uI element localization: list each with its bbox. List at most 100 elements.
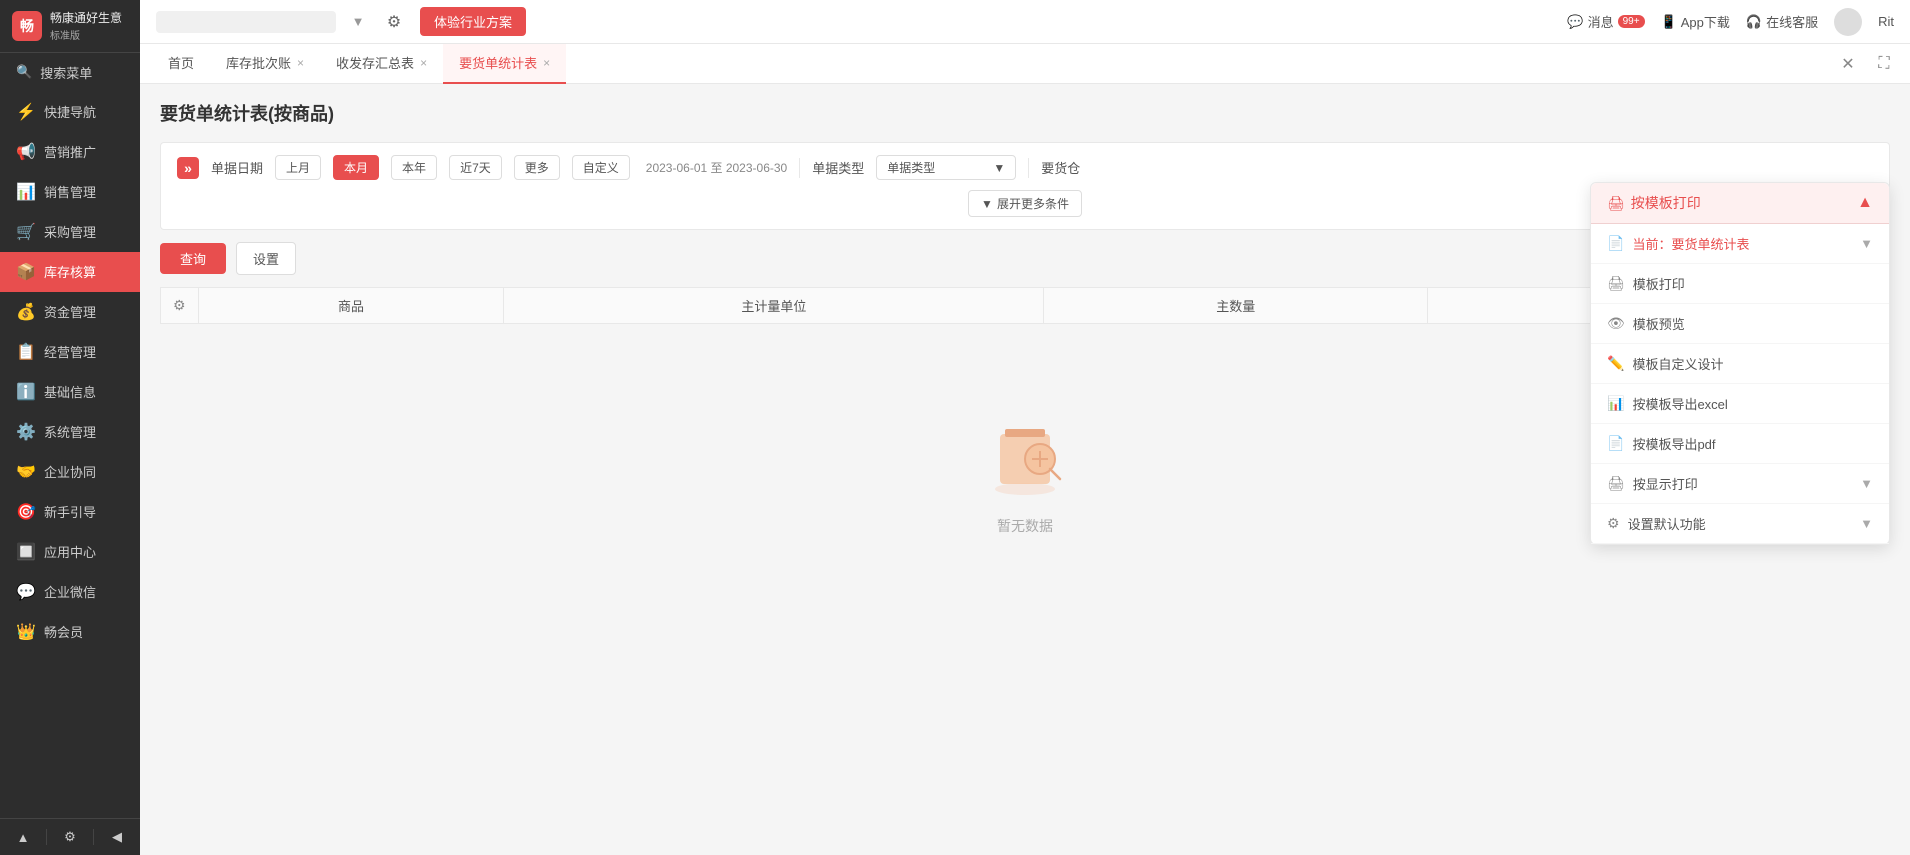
scroll-up-btn[interactable]: ▲: [16, 830, 30, 844]
finance-icon: 💰: [16, 302, 36, 322]
search-label: 搜索菜单: [40, 63, 92, 82]
template-excel-icon: 📊: [1607, 395, 1624, 412]
tab-inventory-batch-close[interactable]: ×: [297, 56, 304, 70]
expand-btn[interactable]: ▼ 展开更多条件: [968, 190, 1082, 217]
app-download-btn[interactable]: 📱 App下载: [1661, 12, 1730, 31]
dropdown-header: 🖨 按模板打印 ▲: [1591, 183, 1889, 224]
dropdown-item-template-print[interactable]: 🖨 模板打印: [1591, 264, 1889, 304]
expand-label: 展开更多条件: [997, 195, 1069, 212]
dropdown-item-template-pdf[interactable]: 📄 按模板导出pdf: [1591, 424, 1889, 464]
sidebar-item-system[interactable]: ⚙️ 系统管理: [0, 412, 140, 452]
date-btn-last-month[interactable]: 上月: [275, 155, 321, 180]
dropdown-item-display-print[interactable]: 🖨 按显示打印 ▼: [1591, 464, 1889, 504]
inventory-icon: 📦: [16, 262, 36, 282]
date-btn-this-month[interactable]: 本月: [333, 155, 379, 180]
appstore-icon: 🔲: [16, 542, 36, 562]
service-label: 在线客服: [1766, 12, 1818, 31]
topbar-gear-btn[interactable]: ⚙: [380, 8, 408, 36]
sidebar-item-label: 企业微信: [44, 582, 96, 601]
sidebar-item-label: 畅会员: [44, 622, 83, 641]
sidebar-item-wechat[interactable]: 💬 企业微信: [0, 572, 140, 612]
sidebar: 畅 畅康通好生意 标准版 🔍 搜索菜单 ⚡ 快捷导航 📢 营销推广 📊 销售管理…: [0, 0, 140, 855]
set-default-icon: ⚙: [1607, 515, 1620, 532]
tab-order-stat-close[interactable]: ×: [543, 56, 550, 70]
dropdown-item-template-preview[interactable]: 👁 模板预览: [1591, 304, 1889, 344]
sidebar-item-purchase[interactable]: 🛒 采购管理: [0, 212, 140, 252]
dropdown-item-template-excel[interactable]: 📊 按模板导出excel: [1591, 384, 1889, 424]
tab-inventory-batch[interactable]: 库存批次账 ×: [210, 44, 320, 84]
sidebar-item-guide[interactable]: 🎯 新手引导: [0, 492, 140, 532]
sidebar-item-sales[interactable]: 📊 销售管理: [0, 172, 140, 212]
dropdown-set-default-left: ⚙ 设置默认功能: [1607, 514, 1706, 533]
shortcut-icon: ⚡: [16, 102, 36, 122]
tab-order-stat[interactable]: 要货单统计表 ×: [443, 44, 566, 84]
message-icon: 💬: [1567, 14, 1583, 30]
tab-inventory-batch-label: 库存批次账: [226, 53, 291, 72]
template-print-icon: 🖨: [1607, 275, 1625, 292]
download-icon: 📱: [1661, 14, 1677, 30]
filter-toggle-btn[interactable]: »: [177, 157, 199, 179]
dropdown-title-label: 按模板打印: [1631, 193, 1701, 213]
sidebar-item-appstore[interactable]: 🔲 应用中心: [0, 532, 140, 572]
sidebar-item-member[interactable]: 👑 畅会员: [0, 612, 140, 652]
tab-maximize-btn[interactable]: ⛶: [1870, 50, 1898, 78]
search-icon: 🔍: [16, 64, 32, 80]
message-badge: 99+: [1618, 15, 1645, 28]
user-avatar[interactable]: [1834, 8, 1862, 36]
display-print-label: 按显示打印: [1633, 474, 1698, 493]
current-arrow: ▼: [1860, 236, 1873, 251]
col-unit: 主计量单位: [504, 288, 1044, 324]
sidebar-search[interactable]: 🔍 搜索菜单: [0, 53, 140, 92]
tab-receipt-summary-close[interactable]: ×: [420, 56, 427, 70]
scroll-down-btn[interactable]: ⚙: [63, 830, 77, 844]
sidebar-arrow-btn[interactable]: ◀: [110, 830, 124, 844]
sidebar-item-finance[interactable]: 💰 资金管理: [0, 292, 140, 332]
online-service-btn[interactable]: 🎧 在线客服: [1746, 12, 1818, 31]
type-select[interactable]: 单据类型 ▼: [876, 155, 1016, 180]
sidebar-item-label: 经营管理: [44, 342, 96, 361]
empty-text: 暂无数据: [997, 516, 1053, 536]
col-product: 商品: [198, 288, 504, 324]
dropdown-item-current[interactable]: 📄 当前：要货单统计表 ▼: [1591, 224, 1889, 264]
sidebar-item-label: 系统管理: [44, 422, 96, 441]
sidebar-item-collab[interactable]: 🤝 企业协同: [0, 452, 140, 492]
sidebar-item-marketing[interactable]: 📢 营销推广: [0, 132, 140, 172]
sidebar-item-label: 应用中心: [44, 542, 96, 561]
setting-btn[interactable]: 设置: [236, 242, 296, 275]
sidebar-item-basic[interactable]: ℹ️ 基础信息: [0, 372, 140, 412]
dropdown-close-btn[interactable]: ▲: [1857, 194, 1873, 212]
date-range: 2023-06-01 至 2023-06-30: [646, 159, 787, 176]
exp-btn[interactable]: 体验行业方案: [420, 7, 526, 36]
template-print-label: 模板打印: [1633, 274, 1685, 293]
display-print-arrow: ▼: [1860, 476, 1873, 491]
date-btn-this-year[interactable]: 本年: [391, 155, 437, 180]
table-settings-icon[interactable]: ⚙: [173, 297, 186, 313]
sidebar-logo: 畅 畅康通好生意 标准版: [0, 0, 140, 53]
message-btn[interactable]: 💬 消息 99+: [1567, 12, 1644, 31]
sidebar-item-inventory[interactable]: 📦 库存核算: [0, 252, 140, 292]
date-btn-more[interactable]: 更多: [514, 155, 560, 180]
type-select-value: 单据类型: [887, 159, 935, 176]
dropdown-print-icon: 🖨: [1607, 195, 1625, 212]
topbar-search-input[interactable]: [156, 11, 336, 33]
dropdown-item-set-default[interactable]: ⚙ 设置默认功能 ▼: [1591, 504, 1889, 544]
dropdown-item-template-custom[interactable]: ✏️ 模板自定义设计: [1591, 344, 1889, 384]
topbar-dropdown-btn[interactable]: ▼: [348, 12, 368, 32]
date-btn-custom[interactable]: 自定义: [572, 155, 630, 180]
filter-row: » 单据日期 上月 本月 本年 近7天 更多 自定义 2023-06-01 至 …: [177, 155, 1873, 180]
user-name: Rit: [1878, 14, 1894, 29]
dropdown-item-current-left: 📄 当前：要货单统计表: [1607, 234, 1749, 253]
template-custom-icon: ✏️: [1607, 355, 1624, 372]
sidebar-item-operations[interactable]: 📋 经营管理: [0, 332, 140, 372]
query-btn[interactable]: 查询: [160, 243, 226, 274]
tab-receipt-summary[interactable]: 收发存汇总表 ×: [320, 44, 443, 84]
sidebar-item-shortcut[interactable]: ⚡ 快捷导航: [0, 92, 140, 132]
sidebar-item-label: 采购管理: [44, 222, 96, 241]
template-pdf-icon: 📄: [1607, 435, 1624, 452]
tab-home[interactable]: 首页: [152, 44, 210, 84]
sidebar-item-label: 库存核算: [44, 262, 96, 281]
page-content: 要货单统计表(按商品) » 单据日期 上月 本月 本年 近7天 更多 自定义 2…: [140, 84, 1910, 855]
date-label: 单据日期: [211, 158, 263, 177]
tab-close-all-btn[interactable]: ✕: [1834, 50, 1862, 78]
date-btn-7days[interactable]: 近7天: [449, 155, 502, 180]
